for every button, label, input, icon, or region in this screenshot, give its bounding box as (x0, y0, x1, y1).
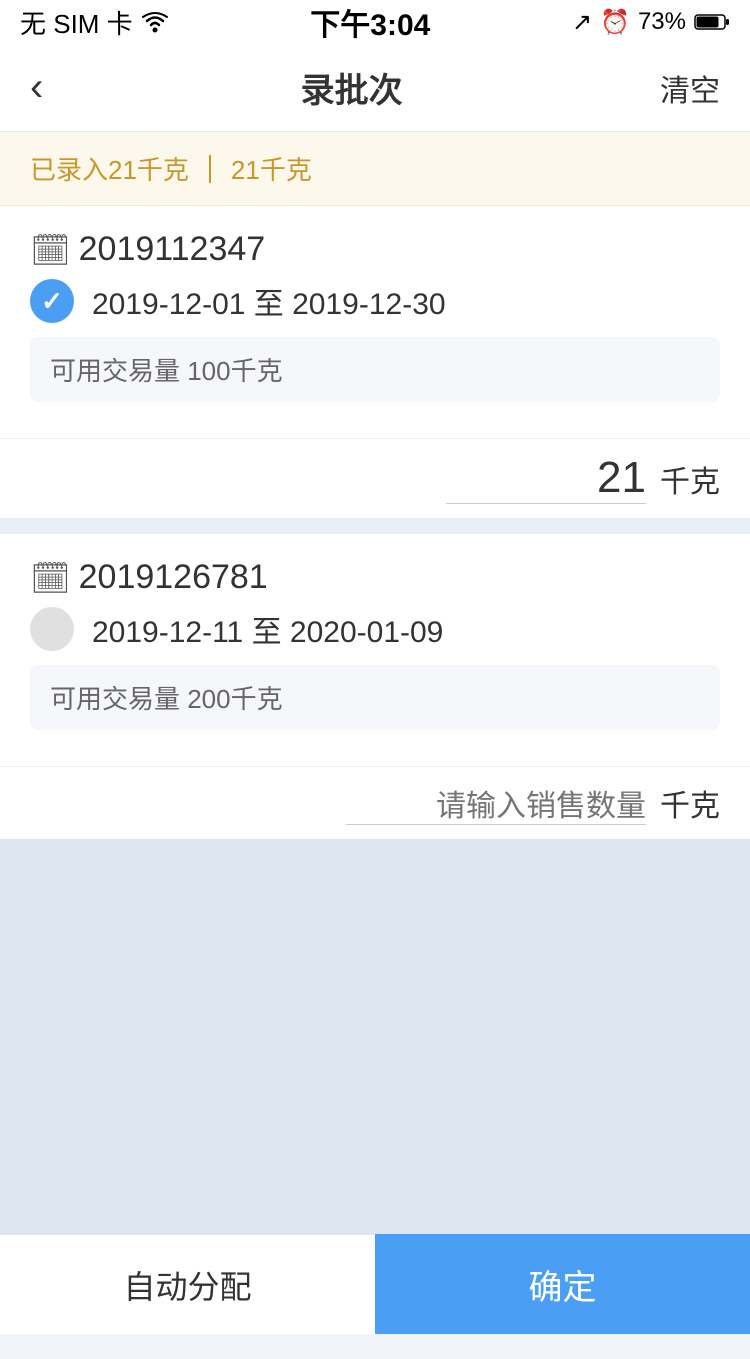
gray-area (0, 839, 750, 1259)
batch-item-2: 🗓 2019126781 2019-12-11 至 2020-01-09 可用交… (0, 534, 750, 766)
batch-2-unit: 千克 (660, 781, 720, 825)
batch-2-available: 可用交易量 200千克 (30, 665, 720, 730)
back-button[interactable]: ‹ (30, 65, 43, 110)
batch-1-id: 2019112347 (79, 230, 266, 269)
nav-bar: ‹ 录批次 清空 (0, 44, 750, 132)
section-divider (0, 518, 750, 534)
no-sim-text: 无 SIM 卡 (20, 4, 133, 41)
info-divider (209, 155, 211, 183)
batch-1-checkbox[interactable]: ✓ (30, 279, 74, 323)
batch-2-date-row: 2019-12-11 至 2020-01-09 (30, 607, 720, 651)
auto-distribute-button[interactable]: 自动分配 (0, 1234, 375, 1334)
batch-2-id: 2019126781 (79, 558, 268, 597)
batch-2-id-icon: 🗓 (30, 559, 71, 597)
batch-1-amount-row: 千克 (0, 438, 750, 518)
status-right: ↗ ⏰ 73% (572, 8, 730, 37)
status-bar: 无 SIM 卡 下午3:04 ↗ ⏰ 73% (0, 0, 750, 44)
batch-2-date: 2019-12-11 至 2020-01-09 (92, 607, 443, 651)
batch-item-1: 🗓 2019112347 ✓ 2019-12-01 至 2019-12-30 可… (0, 206, 750, 438)
batch-1-header: 🗓 2019112347 (30, 230, 720, 269)
recorded-value: 21千克 (231, 150, 312, 187)
recorded-label: 已录入21千克 (30, 150, 189, 187)
batch-1-date-row: ✓ 2019-12-01 至 2019-12-30 (30, 279, 720, 323)
batch-2-amount-row: 千克 (0, 766, 750, 839)
status-time: 下午3:04 (310, 0, 430, 44)
clear-button[interactable]: 清空 (660, 66, 720, 110)
battery-percent: 73% (638, 8, 686, 36)
batch-1-amount-input[interactable] (446, 453, 646, 504)
status-left: 无 SIM 卡 (20, 4, 169, 41)
batch-2-header: 🗓 2019126781 (30, 558, 720, 597)
batch-1-available: 可用交易量 100千克 (30, 337, 720, 402)
batch-1-date: 2019-12-01 至 2019-12-30 (92, 279, 446, 323)
batch-2-amount-input[interactable] (346, 790, 646, 825)
info-bar: 已录入21千克 21千克 (0, 132, 750, 206)
batch-2-checkbox[interactable] (30, 607, 74, 651)
batch-1-unit: 千克 (660, 457, 720, 501)
alarm-icon: ⏰ (600, 8, 630, 37)
bottom-bar: 自动分配 确定 (0, 1234, 750, 1334)
checkmark-icon: ✓ (41, 286, 63, 317)
page-title: 录批次 (301, 63, 403, 112)
arrow-icon: ↗ (572, 8, 592, 37)
batch-1-id-icon: 🗓 (30, 231, 71, 269)
wifi-icon (141, 11, 169, 33)
battery-icon (694, 13, 730, 31)
confirm-button[interactable]: 确定 (375, 1234, 750, 1334)
